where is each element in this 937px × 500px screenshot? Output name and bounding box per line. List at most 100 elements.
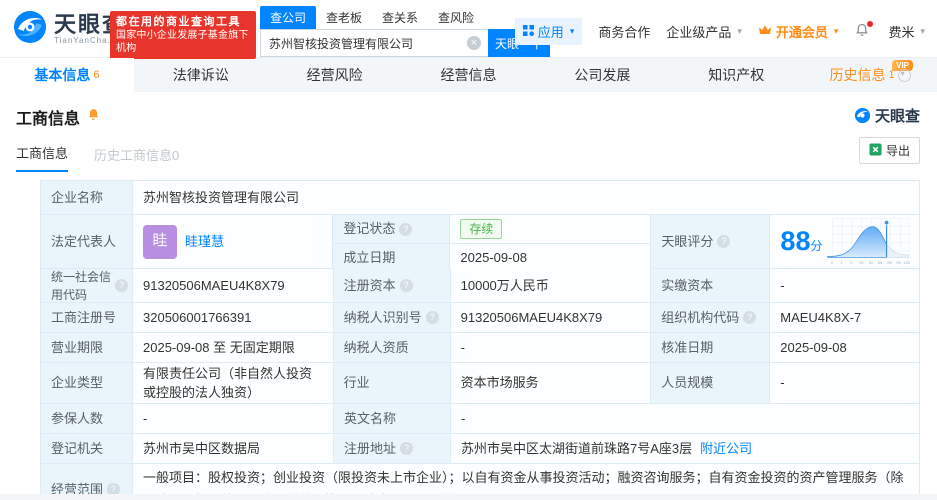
section-title: 工商信息 <box>16 111 81 128</box>
promo-line1: 都在用的商业查询工具 <box>116 16 241 28</box>
field-value: - <box>133 404 334 434</box>
field-label: 核准日期 <box>651 333 771 363</box>
clear-icon[interactable] <box>467 36 481 50</box>
subtab-current-registration[interactable]: 工商信息 <box>16 143 69 172</box>
company-nav-tabs: 基本信息 6 法律诉讼 经营风险 经营信息 公司发展 知识产权 VIP 历史信息… <box>0 57 937 92</box>
apps-menu[interactable]: 应用 <box>514 18 583 45</box>
watermark-logo: 天眼查 <box>854 105 920 126</box>
field-label: 参保人数 <box>41 404 133 434</box>
field-label: 法定代表人 <box>41 215 133 269</box>
apps-label: 应用 <box>537 25 564 40</box>
crown-icon <box>758 24 772 39</box>
svg-text:50: 50 <box>869 259 874 264</box>
tab-label: 法律诉讼 <box>172 67 229 83</box>
help-icon[interactable] <box>717 235 731 248</box>
apps-grid-icon <box>522 24 534 39</box>
avatar[interactable]: 眭 <box>143 224 177 259</box>
field-label: 登记状态 <box>333 215 451 244</box>
search-input[interactable] <box>260 29 488 57</box>
business-cooperation-link[interactable]: 商务合作 <box>598 22 650 41</box>
tab-operating-info[interactable]: 经营信息 <box>402 58 536 92</box>
subtab-history-registration[interactable]: 历史工商信息0 <box>94 145 179 172</box>
svg-text:85: 85 <box>888 259 893 264</box>
legal-rep-link[interactable]: 眭瑾慧 <box>185 232 224 252</box>
tab-legal-proceedings[interactable]: 法律诉讼 <box>134 58 268 92</box>
tab-operating-risk[interactable]: 经营风险 <box>268 58 402 92</box>
org-code-label: 组织机构代码 <box>661 309 740 325</box>
field-value: 91320506MAEU4K8X79 <box>133 269 334 303</box>
field-value: 320506001766391 <box>133 303 334 333</box>
reg-address-value: 苏州市吴中区太湖街道前珠路7号A座3层 <box>461 440 693 456</box>
export-button[interactable]: 导出 <box>858 137 920 164</box>
score-value: 88 <box>780 226 811 257</box>
table-row: 统一社会信用代码 91320506MAEU4K8X79 注册资本 10000万人… <box>41 269 920 303</box>
notifications-button[interactable] <box>854 20 874 41</box>
score-cell[interactable]: 88分 0 1 5 25 50 65 85 95 100 <box>770 215 920 269</box>
header-menu: 应用 商务合作 企业级产品 开通会员 费米 <box>514 18 925 45</box>
table-row: 登记机关 苏州市吴中区数据局 注册地址 苏州市吴中区太湖街道前珠路7号A座3层 … <box>41 434 920 464</box>
field-value: - <box>770 363 920 404</box>
help-icon[interactable] <box>425 311 439 324</box>
help-icon[interactable] <box>115 279 128 292</box>
reg-status-label: 登记状态 <box>343 221 396 237</box>
search-area: 查公司 查老板 查关系 查风险 天眼一下 <box>260 6 550 57</box>
help-icon[interactable] <box>743 311 757 324</box>
table-row: 参保人数 - 英文名称 - <box>41 404 920 434</box>
taxpayer-id-label: 纳税人识别号 <box>343 309 422 325</box>
field-value: 资本市场服务 <box>450 363 652 404</box>
field-value: - <box>451 404 920 434</box>
svg-text:25: 25 <box>860 259 865 264</box>
tab-count: 6 <box>93 69 100 81</box>
svg-text:65: 65 <box>878 259 883 264</box>
help-icon[interactable] <box>400 442 414 455</box>
field-value: 2025-09-08 至 无固定期限 <box>133 333 334 363</box>
user-menu[interactable]: 费米 <box>888 22 925 41</box>
nearby-companies-link[interactable]: 附近公司 <box>700 439 752 459</box>
top-header: 天眼查 TianYanCha.com 都在用的商业查询工具 国家中小企业发展子基… <box>0 0 937 59</box>
open-vip-menu[interactable]: 开通会员 <box>758 22 839 41</box>
svg-text:0: 0 <box>831 259 834 264</box>
company-name-value: 苏州智核投资管理有限公司 <box>133 181 920 215</box>
field-label: 企业名称 <box>41 181 133 215</box>
chevron-down-circle-icon <box>897 68 911 82</box>
tab-intellectual-property[interactable]: 知识产权 <box>669 58 803 92</box>
field-label: 工商注册号 <box>41 303 133 333</box>
search-tab-relation[interactable]: 查关系 <box>372 6 428 29</box>
field-label: 注册地址 <box>334 434 451 464</box>
tab-history-info[interactable]: VIP 历史信息 1 <box>803 58 937 92</box>
field-label: 天眼评分 <box>651 215 771 269</box>
field-value: MAEU4K8X-7 <box>770 303 920 333</box>
open-vip-label: 开通会员 <box>775 25 828 40</box>
tianyancha-logo-icon <box>12 9 48 50</box>
field-value: 91320506MAEU4K8X79 <box>450 303 652 333</box>
search-tab-risk[interactable]: 查风险 <box>428 6 484 29</box>
promo-line2: 国家中小企业发展子基金旗下机构 <box>116 30 249 54</box>
subscribe-bell-icon[interactable] <box>86 107 101 128</box>
search-tab-boss[interactable]: 查老板 <box>316 6 372 29</box>
tab-company-development[interactable]: 公司发展 <box>535 58 669 92</box>
reg-status-cell: 存续 <box>450 215 652 244</box>
field-label: 注册资本 <box>333 269 451 303</box>
field-value: 有限责任公司（非自然人投资或控股的法人独资） <box>133 363 334 404</box>
username: 费米 <box>888 25 915 40</box>
table-row: 企业名称 苏州智核投资管理有限公司 <box>41 181 920 215</box>
table-row: 法定代表人 眭 眭瑾慧 登记状态 存续 成立日期 2025-09-08 <box>41 215 920 273</box>
field-label: 营业期限 <box>41 333 133 363</box>
status-badge: 存续 <box>460 219 503 239</box>
legal-rep-cell: 眭 眭瑾慧 <box>133 215 334 269</box>
tab-label: 公司发展 <box>574 67 631 83</box>
enterprise-label: 企业级产品 <box>666 25 732 40</box>
help-icon[interactable] <box>399 222 413 236</box>
help-icon[interactable] <box>399 279 413 292</box>
export-label: 导出 <box>885 144 910 158</box>
table-row: 企业类型 有限责任公司（非自然人投资或控股的法人独资） 行业 资本市场服务 人员… <box>41 363 920 404</box>
tab-label: 知识产权 <box>708 67 765 83</box>
search-tab-company[interactable]: 查公司 <box>260 6 317 29</box>
enterprise-products-menu[interactable]: 企业级产品 <box>666 22 742 41</box>
promo-badge: 都在用的商业查询工具 国家中小企业发展子基金旗下机构 <box>110 11 256 59</box>
tab-basic-info[interactable]: 基本信息 6 <box>0 58 134 92</box>
watermark-text: 天眼查 <box>874 108 920 125</box>
tab-label: 经营信息 <box>440 67 497 83</box>
score-distribution-chart: 0 1 5 25 50 65 85 95 100 <box>827 217 911 264</box>
field-label: 组织机构代码 <box>651 303 771 333</box>
